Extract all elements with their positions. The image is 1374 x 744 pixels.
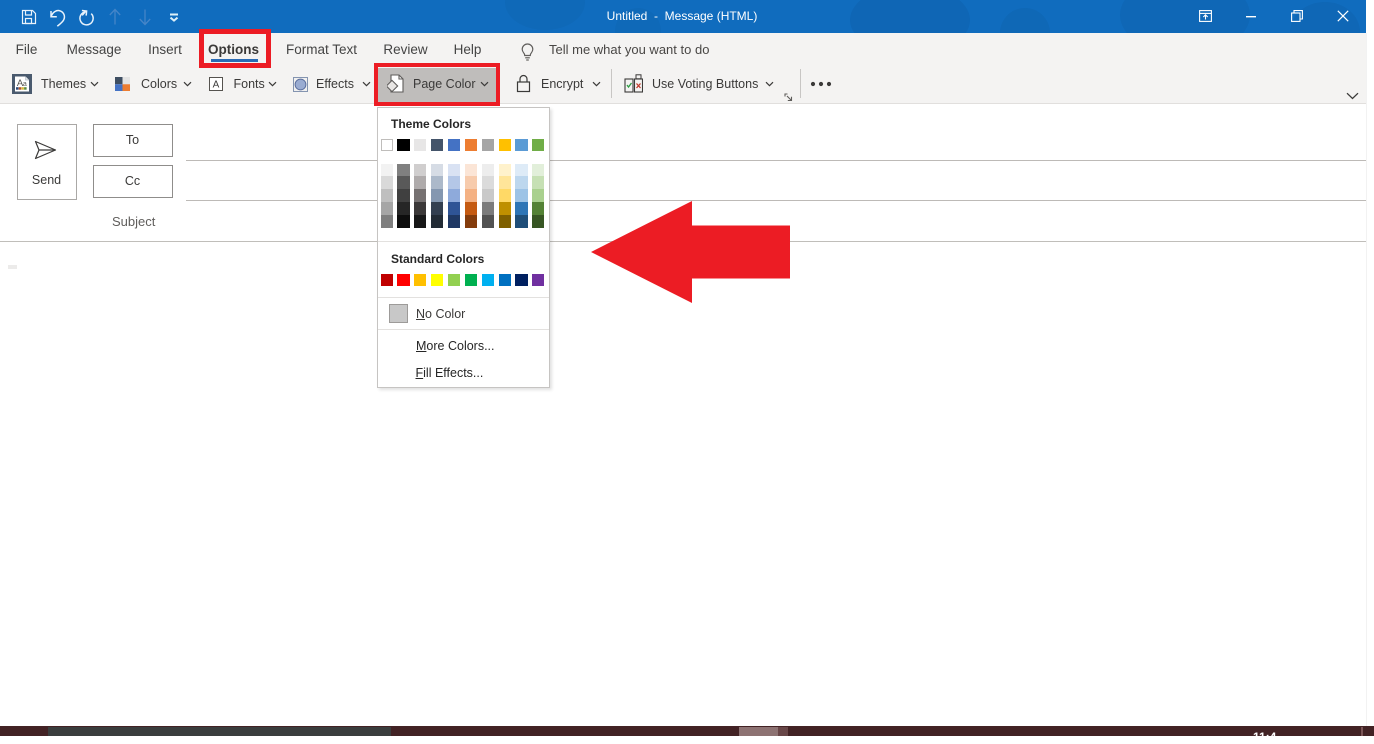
svg-text:A: A	[213, 79, 220, 90]
svg-text:a: a	[23, 81, 27, 88]
